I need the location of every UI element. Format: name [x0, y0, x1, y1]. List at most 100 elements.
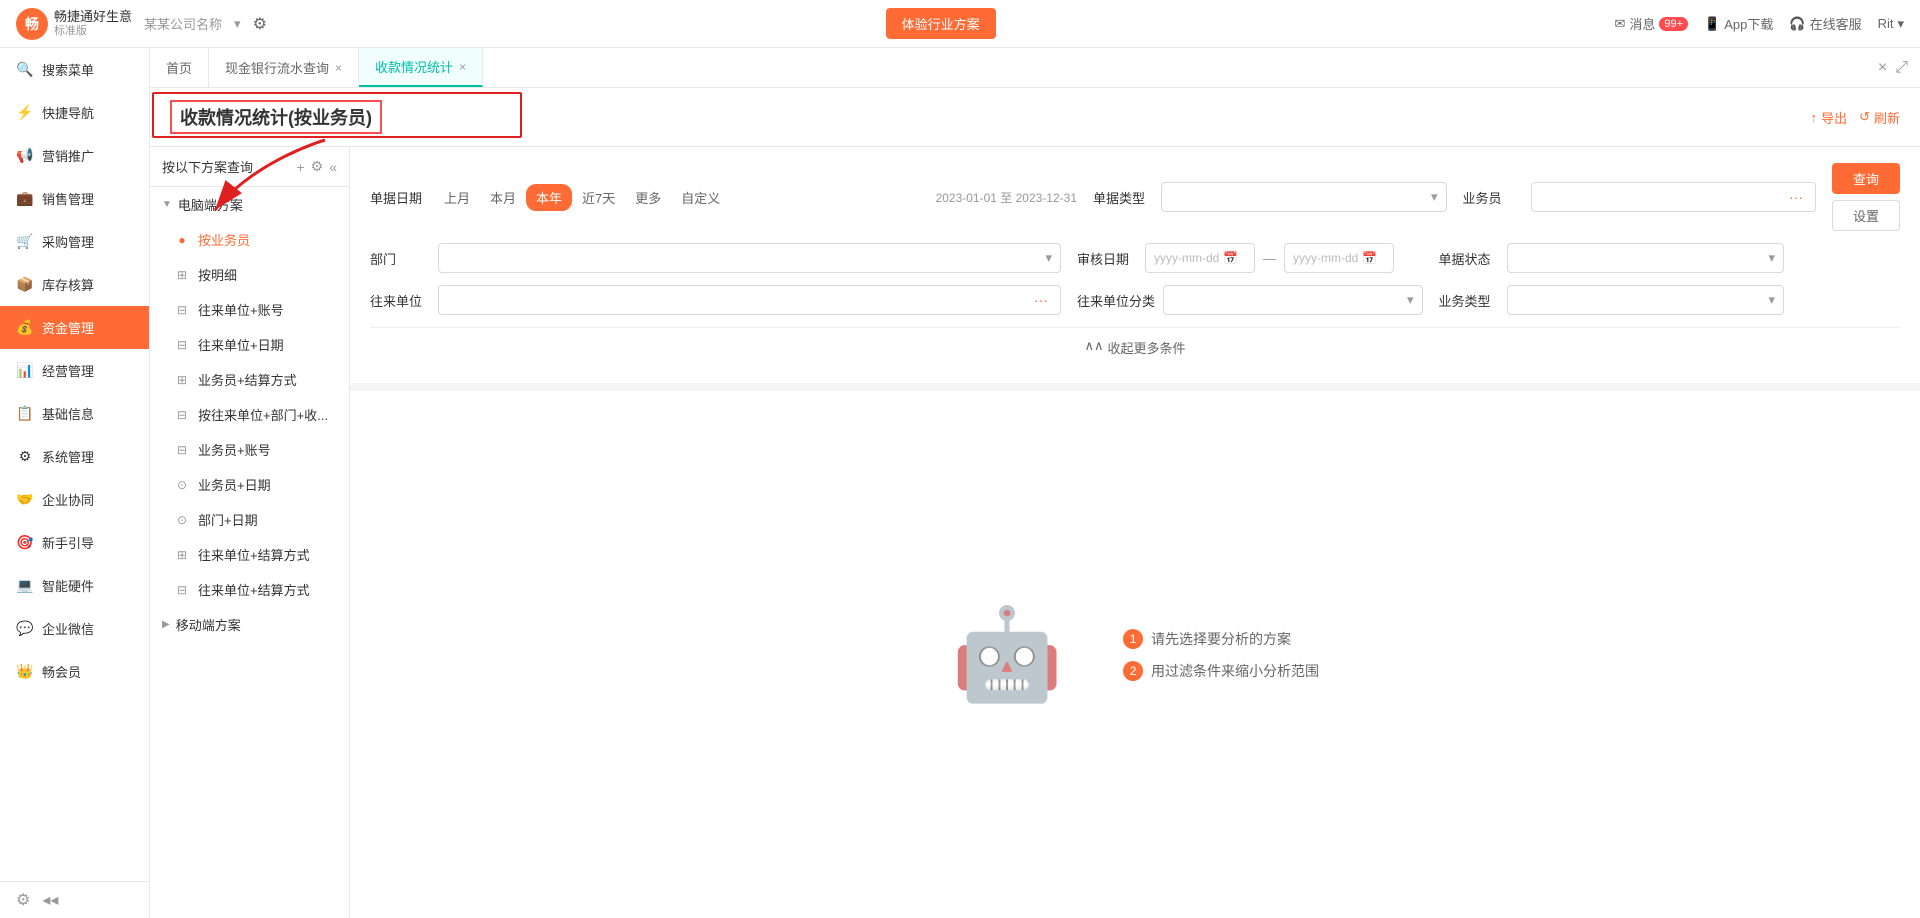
user-name-btn[interactable]: Rit ▾	[1878, 16, 1904, 32]
scheme-header-actions: + ⚙ «	[296, 158, 337, 175]
refresh-button[interactable]: ↺ 刷新	[1859, 108, 1900, 127]
scheme-header-label: 按以下方案查询	[162, 157, 253, 176]
logo-area: 畅 畅捷通好生意 标准版	[16, 8, 132, 40]
scheme-item-0[interactable]: ● 按业务员	[150, 222, 349, 257]
sidebar-item-销售管理[interactable]: 💼 销售管理	[0, 177, 149, 220]
sidebar-label-0: 搜索菜单	[42, 60, 94, 79]
audit-date-start[interactable]: yyyy-mm-dd 📅	[1145, 243, 1255, 273]
collapse-separator	[350, 383, 1920, 391]
main-layout: 🔍 搜索菜单 ⚡ 快捷导航 📢 营销推广 💼 销售管理 🛒 采购管理 📦 库存核…	[0, 48, 1920, 918]
scheme-item-icon-0: ●	[174, 232, 190, 248]
scheme-item-2[interactable]: ⊟ 往来单位+账号	[150, 292, 349, 327]
sidebar-icon-13: 💬	[16, 620, 34, 638]
scheme-item-icon-9: ⊞	[174, 547, 190, 563]
export-button[interactable]: ↑ 导出	[1811, 108, 1848, 127]
sidebar-label-4: 采购管理	[42, 232, 94, 251]
scheme-item-7[interactable]: ⊙ 业务员+日期	[150, 467, 349, 502]
business-type-select[interactable]: ▾	[1507, 285, 1785, 315]
scheme-item-8[interactable]: ⊙ 部门+日期	[150, 502, 349, 537]
scheme-item-5[interactable]: ⊟ 按往来单位+部门+收...	[150, 397, 349, 432]
doc-type-field: 单据类型 ▾	[1093, 182, 1447, 212]
sidebar-item-资金管理[interactable]: 💰 资金管理	[0, 306, 149, 349]
main-content: 按以下方案查询 + ⚙ « ▼ 电脑端方案 ● 按业务员 ⊞	[150, 147, 1920, 918]
query-button[interactable]: 查询	[1832, 163, 1900, 194]
counterpart-category-select[interactable]: ▾	[1163, 285, 1422, 315]
scheme-panel: 按以下方案查询 + ⚙ « ▼ 电脑端方案 ● 按业务员 ⊞	[150, 147, 350, 918]
scheme-settings-btn[interactable]: ⚙	[311, 158, 324, 175]
message-icon: ✉	[1614, 16, 1625, 32]
scheme-item-icon-1: ⊞	[174, 267, 190, 283]
app-download-btn[interactable]: 📱 App下载	[1704, 14, 1773, 33]
scheme-item-10[interactable]: ⊟ 往来单位+结算方式	[150, 572, 349, 607]
scheme-item-1[interactable]: ⊞ 按明细	[150, 257, 349, 292]
sidebar-item-企业协同[interactable]: 🤝 企业协同	[0, 478, 149, 521]
tab-bar: 首页 现金银行流水查询 × 收款情况统计 × × ⤢	[150, 48, 1920, 88]
sidebar-item-智能硬件[interactable]: 💻 智能硬件	[0, 564, 149, 607]
header-center: 体验行业方案	[886, 8, 996, 39]
date-tab-本月[interactable]: 本月	[480, 184, 526, 211]
sidebar-icon-12: 💻	[16, 577, 34, 595]
sidebar-item-库存核算[interactable]: 📦 库存核算	[0, 263, 149, 306]
salesperson-more-icon[interactable]: ···	[1789, 189, 1803, 205]
audit-date-end[interactable]: yyyy-mm-dd 📅	[1284, 243, 1394, 273]
scheme-item-icon-10: ⊟	[174, 582, 190, 598]
doc-type-select[interactable]: ▾	[1161, 182, 1447, 212]
date-tab-本年[interactable]: 本年	[526, 184, 572, 211]
counterpart-select[interactable]: ···	[438, 285, 1061, 315]
workspace-dropdown-icon[interactable]: ▾	[234, 16, 241, 32]
audit-date-label: 审核日期	[1077, 249, 1137, 268]
tab-collection[interactable]: 收款情况统计 ×	[359, 48, 483, 87]
scheme-item-6[interactable]: ⊟ 业务员+账号	[150, 432, 349, 467]
content-area: 首页 现金银行流水查询 × 收款情况统计 × × ⤢ 收款情况统计(按业务员) …	[150, 48, 1920, 918]
sidebar-item-营销推广[interactable]: 📢 营销推广	[0, 134, 149, 177]
scheme-item-4[interactable]: ⊞ 业务员+结算方式	[150, 362, 349, 397]
online-service-btn[interactable]: 🎧 在线客服	[1789, 14, 1861, 33]
settings-button[interactable]: 设置	[1832, 200, 1900, 231]
sidebar-item-经营管理[interactable]: 📊 经营管理	[0, 349, 149, 392]
sidebar-item-快捷导航[interactable]: ⚡ 快捷导航	[0, 91, 149, 134]
workspace-name: 某某公司名称	[144, 14, 222, 33]
scheme-item-label-3: 往来单位+日期	[198, 335, 284, 354]
sidebar-label-3: 销售管理	[42, 189, 94, 208]
tab-cashflow-close[interactable]: ×	[335, 61, 342, 75]
salesperson-label: 业务员	[1463, 188, 1523, 207]
window-close-icon[interactable]: ×	[1878, 59, 1887, 77]
collapse-row[interactable]: ∧∧ 收起更多条件	[370, 327, 1900, 367]
date-tab-近7天[interactable]: 近7天	[572, 184, 625, 211]
sidebar-collapse-icon[interactable]: ◂◂	[42, 890, 58, 910]
date-tab-更多[interactable]: 更多	[625, 184, 671, 211]
tab-cashflow[interactable]: 现金银行流水查询 ×	[209, 48, 359, 87]
scheme-group-desktop-header[interactable]: ▼ 电脑端方案	[150, 187, 349, 222]
sidebar-item-采购管理[interactable]: 🛒 采购管理	[0, 220, 149, 263]
date-tab-上月[interactable]: 上月	[434, 184, 480, 211]
scheme-item-9[interactable]: ⊞ 往来单位+结算方式	[150, 537, 349, 572]
sidebar-item-新手引导[interactable]: 🎯 新手引导	[0, 521, 149, 564]
sidebar-item-搜索菜单[interactable]: 🔍 搜索菜单	[0, 48, 149, 91]
counterpart-more-icon[interactable]: ···	[1034, 292, 1048, 308]
sidebar-item-畅会员[interactable]: 👑 畅会员	[0, 650, 149, 693]
sidebar-item-企业微信[interactable]: 💬 企业微信	[0, 607, 149, 650]
scheme-collapse-btn[interactable]: «	[329, 159, 337, 175]
dept-select[interactable]: ▾	[438, 243, 1061, 273]
sidebar-item-系统管理[interactable]: ⚙ 系统管理	[0, 435, 149, 478]
messages-label: 消息	[1629, 14, 1655, 33]
scheme-group-mobile-header[interactable]: ▶ 移动端方案	[150, 607, 349, 642]
messages-btn[interactable]: ✉ 消息 99+	[1614, 14, 1688, 33]
doc-status-select[interactable]: ▾	[1507, 243, 1785, 273]
salesperson-select[interactable]: ···	[1531, 182, 1817, 212]
tab-collection-close[interactable]: ×	[459, 60, 466, 74]
export-label: 导出	[1821, 108, 1847, 127]
step-1-num: 1	[1123, 629, 1143, 649]
sidebar-settings-icon[interactable]: ⚙	[16, 890, 30, 910]
scheme-add-btn[interactable]: +	[296, 159, 304, 175]
empty-content: 1 请先选择要分析的方案 2 用过滤条件来缩小分析范围	[1123, 629, 1319, 681]
window-max-icon[interactable]: ⤢	[1895, 59, 1908, 77]
trial-button[interactable]: 体验行业方案	[886, 8, 996, 39]
scheme-item-3[interactable]: ⊟ 往来单位+日期	[150, 327, 349, 362]
date-tab-自定义[interactable]: 自定义	[671, 184, 730, 211]
form-row-3: 往来单位 ··· 往来单位分类 ▾	[370, 285, 1900, 315]
sidebar-label-13: 企业微信	[42, 619, 94, 638]
gear-btn[interactable]: ⚙	[253, 14, 267, 34]
sidebar-item-基础信息[interactable]: 📋 基础信息	[0, 392, 149, 435]
tab-home[interactable]: 首页	[150, 48, 209, 87]
